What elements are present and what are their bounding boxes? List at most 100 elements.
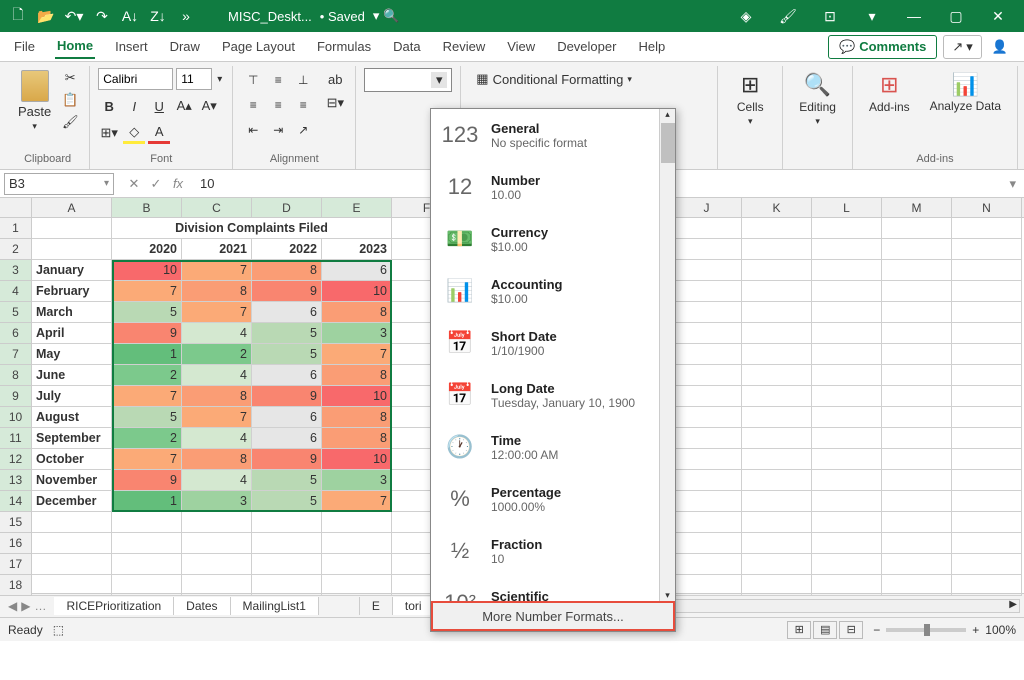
cell[interactable] (742, 260, 812, 281)
column-header[interactable]: J (672, 198, 742, 217)
cell[interactable] (742, 302, 812, 323)
cell[interactable] (672, 449, 742, 470)
align-left-icon[interactable]: ≡ (241, 93, 265, 117)
cell[interactable]: April (32, 323, 112, 344)
row-header[interactable]: 13 (0, 470, 32, 491)
cell[interactable] (952, 428, 1022, 449)
cell[interactable]: 4 (182, 428, 252, 449)
cell[interactable] (882, 323, 952, 344)
cell[interactable] (812, 407, 882, 428)
fill-color-button[interactable]: ◇ (123, 122, 145, 144)
cell[interactable] (672, 533, 742, 554)
cell[interactable] (322, 533, 392, 554)
cell[interactable] (672, 407, 742, 428)
cell[interactable]: 7 (322, 344, 392, 365)
user-icon[interactable]: 👤 (988, 39, 1012, 55)
cell[interactable]: February (32, 281, 112, 302)
cell[interactable] (882, 239, 952, 260)
cell[interactable]: 2020 (112, 239, 182, 260)
column-header[interactable]: E (322, 198, 392, 217)
cell[interactable]: 2 (112, 365, 182, 386)
sheet-nav-prev-icon[interactable]: ◀ (8, 599, 17, 613)
cell[interactable]: 7 (182, 260, 252, 281)
orientation-icon[interactable]: ↗ (291, 118, 315, 142)
cell[interactable]: 7 (112, 449, 182, 470)
search-icon[interactable]: 🔍 (379, 8, 403, 24)
number-format-select[interactable]: ▾ (364, 68, 452, 92)
cell[interactable]: 4 (182, 323, 252, 344)
cell[interactable] (952, 365, 1022, 386)
cell[interactable] (742, 344, 812, 365)
cell[interactable] (672, 344, 742, 365)
cell[interactable]: 10 (322, 386, 392, 407)
cell[interactable]: 7 (112, 386, 182, 407)
cell[interactable]: 8 (322, 365, 392, 386)
cell[interactable] (672, 554, 742, 575)
conditional-formatting-button[interactable]: ▦ Conditional Formatting ▾ (469, 68, 639, 90)
cell[interactable] (252, 512, 322, 533)
sheet-tab[interactable]: MailingList1 (231, 597, 319, 615)
macro-record-icon[interactable]: ⬚ (53, 623, 64, 637)
cell[interactable]: 2023 (322, 239, 392, 260)
minimize-icon[interactable]: — (894, 2, 934, 30)
row-header[interactable]: 12 (0, 449, 32, 470)
sort-asc-icon[interactable]: A↓ (118, 4, 142, 28)
cell[interactable] (742, 512, 812, 533)
cell[interactable]: 7 (182, 302, 252, 323)
cell[interactable]: 9 (112, 323, 182, 344)
cell[interactable]: 8 (252, 260, 322, 281)
cell[interactable] (882, 575, 952, 596)
cell[interactable] (112, 533, 182, 554)
tab-view[interactable]: View (505, 35, 537, 58)
cell[interactable]: 6 (322, 260, 392, 281)
cell[interactable] (812, 428, 882, 449)
tab-draw[interactable]: Draw (168, 35, 202, 58)
cell[interactable] (672, 365, 742, 386)
cell[interactable]: 9 (112, 470, 182, 491)
cell[interactable] (812, 386, 882, 407)
cell[interactable]: 8 (182, 281, 252, 302)
cell[interactable] (952, 302, 1022, 323)
cell[interactable] (742, 323, 812, 344)
cell[interactable] (32, 239, 112, 260)
cell[interactable] (182, 575, 252, 596)
cell[interactable] (112, 554, 182, 575)
cell[interactable] (952, 512, 1022, 533)
editing-button[interactable]: 🔍 Editing ▾ (791, 68, 844, 131)
cell[interactable]: 9 (252, 281, 322, 302)
cell[interactable] (952, 281, 1022, 302)
new-icon[interactable]: 🗋 (6, 4, 30, 28)
cell[interactable]: 10 (322, 281, 392, 302)
cell[interactable] (882, 470, 952, 491)
cancel-icon[interactable]: ✕ (124, 176, 144, 192)
addins-button[interactable]: ⊞ Add-ins (861, 68, 918, 153)
column-header[interactable]: M (882, 198, 952, 217)
align-center-icon[interactable]: ≡ (266, 93, 290, 117)
cell[interactable]: 9 (252, 386, 322, 407)
cell[interactable] (882, 281, 952, 302)
column-header[interactable]: N (952, 198, 1022, 217)
cell[interactable]: 4 (182, 470, 252, 491)
cell[interactable] (672, 323, 742, 344)
cell[interactable]: 6 (252, 428, 322, 449)
cell[interactable] (252, 554, 322, 575)
font-size-select[interactable] (176, 68, 212, 90)
sheet-nav-more-icon[interactable]: … (34, 599, 46, 613)
brush-icon[interactable]: 🖌 (768, 2, 808, 30)
cell[interactable] (322, 512, 392, 533)
cell[interactable]: June (32, 365, 112, 386)
cell[interactable] (882, 260, 952, 281)
cell[interactable] (812, 365, 882, 386)
comments-button[interactable]: 💬 Comments (828, 35, 937, 59)
cell[interactable] (112, 512, 182, 533)
cell[interactable] (882, 554, 952, 575)
zoom-out-icon[interactable]: − (873, 623, 880, 637)
cell[interactable]: 7 (322, 491, 392, 512)
cell[interactable] (672, 302, 742, 323)
name-box[interactable]: B3 ▾ (4, 173, 114, 195)
cell[interactable] (112, 575, 182, 596)
row-header[interactable]: 4 (0, 281, 32, 302)
cell[interactable]: 8 (182, 449, 252, 470)
cell[interactable] (812, 260, 882, 281)
page-break-view-icon[interactable]: ⊟ (839, 621, 863, 639)
